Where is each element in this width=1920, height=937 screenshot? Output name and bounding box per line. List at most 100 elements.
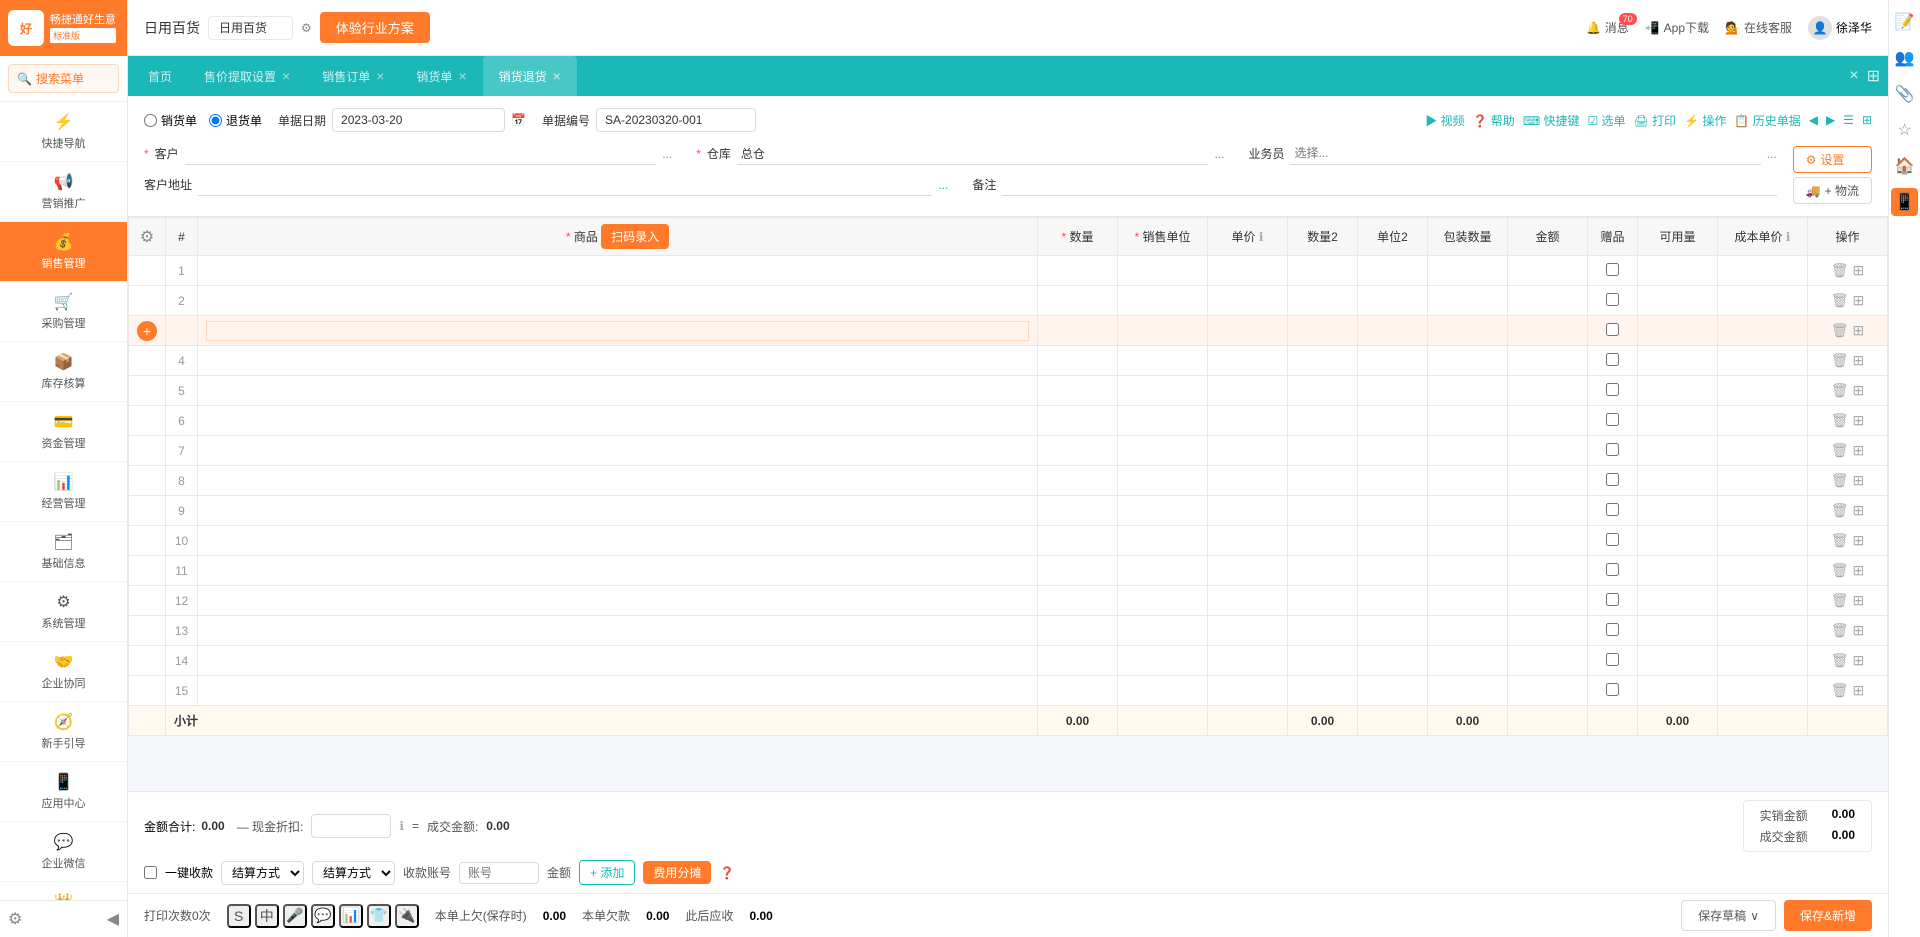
tab-sales-invoice[interactable]: 销货单 × xyxy=(400,56,482,96)
discount-input[interactable] xyxy=(311,814,391,838)
tab-sales-invoice-close[interactable]: × xyxy=(458,68,466,84)
scan-input-btn[interactable]: 扫码录入 xyxy=(601,224,669,249)
copy-row-14-btn[interactable]: ⊞ xyxy=(1853,652,1865,669)
order-input[interactable] xyxy=(596,108,756,132)
sidebar-item-marketing[interactable]: 📢 营销推广 xyxy=(0,162,127,222)
copy-row-9-btn[interactable]: ⊞ xyxy=(1853,502,1865,519)
sidebar-item-basic[interactable]: 🗂 基础信息 xyxy=(0,522,127,582)
delete-row-8-btn[interactable]: 🗑 xyxy=(1831,472,1849,489)
gift-checkbox-1[interactable] xyxy=(1606,263,1619,276)
gift-checkbox-7[interactable] xyxy=(1606,443,1619,456)
sidebar-settings-button[interactable]: ⚙ xyxy=(8,909,22,929)
calendar-icon[interactable]: 📅 xyxy=(511,113,526,127)
shortcut-btn[interactable]: ⌨ 快捷键 xyxy=(1523,112,1580,129)
fee-help-btn[interactable]: ❓ xyxy=(719,866,734,880)
delete-row-12-btn[interactable]: 🗑 xyxy=(1831,592,1849,609)
add-row-btn[interactable]: + xyxy=(137,321,157,341)
search-menu-button[interactable]: 🔍 搜索菜单 xyxy=(8,64,119,93)
delete-row-1-btn[interactable]: 🗑 xyxy=(1831,262,1849,279)
footer-icon-6[interactable]: 👕 xyxy=(367,904,391,928)
salesperson-input[interactable] xyxy=(1290,142,1760,165)
operations-btn[interactable]: ⚡ 操作 xyxy=(1684,112,1726,129)
sidebar-item-operations[interactable]: 📊 经营管理 xyxy=(0,462,127,522)
next-record-btn[interactable]: ▶ xyxy=(1826,113,1835,127)
table-settings-btn[interactable]: ⚙ xyxy=(140,227,154,247)
copy-row-6-btn[interactable]: ⊞ xyxy=(1853,412,1865,429)
tab-sales-return[interactable]: 销货退货 × xyxy=(483,56,577,96)
tab-sales-order-close[interactable]: × xyxy=(376,68,384,84)
remark-input[interactable] xyxy=(1002,173,1776,196)
app-download-link[interactable]: 📲 App下载 xyxy=(1645,19,1709,36)
delete-row-active-btn[interactable]: 🗑 xyxy=(1831,322,1849,339)
copy-row-12-btn[interactable]: ⊞ xyxy=(1853,592,1865,609)
close-all-tabs-button[interactable]: × xyxy=(1845,63,1862,89)
help-btn[interactable]: ❓ 帮助 xyxy=(1473,112,1515,129)
topbar-settings-button[interactable]: ⚙ xyxy=(301,19,312,37)
gift-checkbox-5[interactable] xyxy=(1606,383,1619,396)
footer-icon-7[interactable]: 🔌 xyxy=(395,904,419,928)
sidebar-item-guide[interactable]: 🧭 新手引导 xyxy=(0,702,127,762)
video-btn[interactable]: ▶ 视频 xyxy=(1425,112,1464,129)
delete-row-14-btn[interactable]: 🗑 xyxy=(1831,652,1849,669)
copy-row-1-btn[interactable]: ⊞ xyxy=(1853,262,1865,279)
customer-input[interactable] xyxy=(185,142,657,165)
footer-icon-4[interactable]: 💬 xyxy=(311,904,335,928)
account-input[interactable] xyxy=(459,862,539,884)
gift-checkbox-10[interactable] xyxy=(1606,533,1619,546)
copy-row-10-btn[interactable]: ⊞ xyxy=(1853,532,1865,549)
gift-checkbox-4[interactable] xyxy=(1606,353,1619,366)
gift-checkbox-14[interactable] xyxy=(1606,653,1619,666)
table-wrapper[interactable]: ⚙ # * 商品 扫码录入 * 数量 * 销售单位 单价 ℹ 数量2 单位2 xyxy=(128,217,1888,791)
delete-row-9-btn[interactable]: 🗑 xyxy=(1831,502,1849,519)
sidebar-item-enterprise[interactable]: 🤝 企业协同 xyxy=(0,642,127,702)
sidebar-item-wechat[interactable]: 💬 企业微信 xyxy=(0,822,127,882)
side-panel-btn-1[interactable]: 📝 xyxy=(1891,8,1919,36)
side-panel-btn-4[interactable]: ☆ xyxy=(1893,116,1915,144)
tab-sales-return-close[interactable]: × xyxy=(553,68,561,84)
side-panel-btn-2[interactable]: 👥 xyxy=(1891,44,1919,72)
side-panel-btn-6[interactable]: 📱 xyxy=(1891,188,1919,216)
select-btn[interactable]: ☑ 选单 xyxy=(1587,112,1625,129)
sidebar-item-purchase[interactable]: 🛒 采购管理 xyxy=(0,282,127,342)
side-panel-btn-5[interactable]: 🏠 xyxy=(1891,152,1919,180)
delete-row-15-btn[interactable]: 🗑 xyxy=(1831,682,1849,699)
footer-icon-5[interactable]: 📊 xyxy=(339,904,363,928)
prev-record-btn[interactable]: ◀ xyxy=(1809,113,1818,127)
side-panel-btn-3[interactable]: 📎 xyxy=(1891,80,1919,108)
tab-price-settings[interactable]: 售价提取设置 × xyxy=(188,56,306,96)
logistics-btn[interactable]: 🚚 + 物流 xyxy=(1793,177,1872,204)
copy-row-5-btn[interactable]: ⊞ xyxy=(1853,382,1865,399)
sidebar-item-system[interactable]: ⚙ 系统管理 xyxy=(0,582,127,642)
sidebar-item-appstore[interactable]: 📱 应用中心 xyxy=(0,762,127,822)
gift-checkbox-13[interactable] xyxy=(1606,623,1619,636)
delete-row-10-btn[interactable]: 🗑 xyxy=(1831,532,1849,549)
copy-row-7-btn[interactable]: ⊞ xyxy=(1853,442,1865,459)
footer-icon-2[interactable]: 中 xyxy=(255,904,279,928)
expand-button[interactable]: ⊞ xyxy=(1863,62,1884,90)
save-new-btn[interactable]: 保存&新增 xyxy=(1784,900,1872,931)
radio-sales-invoice[interactable]: 销货单 xyxy=(144,112,197,129)
salesperson-picker-btn[interactable]: ... xyxy=(1767,147,1777,161)
date-input[interactable] xyxy=(332,108,505,132)
customer-picker-btn[interactable]: ... xyxy=(662,147,672,161)
sidebar-item-inventory[interactable]: 📦 库存核算 xyxy=(0,342,127,402)
sidebar-collapse-button[interactable]: ◀ xyxy=(107,909,119,929)
radio-return-input[interactable] xyxy=(209,114,222,127)
delete-row-11-btn[interactable]: 🗑 xyxy=(1831,562,1849,579)
copy-row-active-btn[interactable]: ⊞ xyxy=(1853,322,1865,339)
radio-return[interactable]: 退货单 xyxy=(209,112,262,129)
calc-method-select[interactable]: 结算方式 xyxy=(312,861,395,885)
sidebar-item-finance[interactable]: 💳 资金管理 xyxy=(0,402,127,462)
tab-sales-order[interactable]: 销售订单 × xyxy=(306,56,400,96)
sidebar-item-sales[interactable]: 💰 销售管理 xyxy=(0,222,127,282)
info-icon-btn[interactable]: ℹ xyxy=(399,819,404,833)
copy-row-11-btn[interactable]: ⊞ xyxy=(1853,562,1865,579)
gift-checkbox-11[interactable] xyxy=(1606,563,1619,576)
gift-checkbox-12[interactable] xyxy=(1606,593,1619,606)
copy-row-8-btn[interactable]: ⊞ xyxy=(1853,472,1865,489)
print-btn[interactable]: 🖨 打印 xyxy=(1634,112,1677,129)
delete-row-7-btn[interactable]: 🗑 xyxy=(1831,442,1849,459)
gift-checkbox-6[interactable] xyxy=(1606,413,1619,426)
gift-checkbox-active[interactable] xyxy=(1606,323,1619,336)
warehouse-picker-btn[interactable]: ... xyxy=(1214,147,1224,161)
